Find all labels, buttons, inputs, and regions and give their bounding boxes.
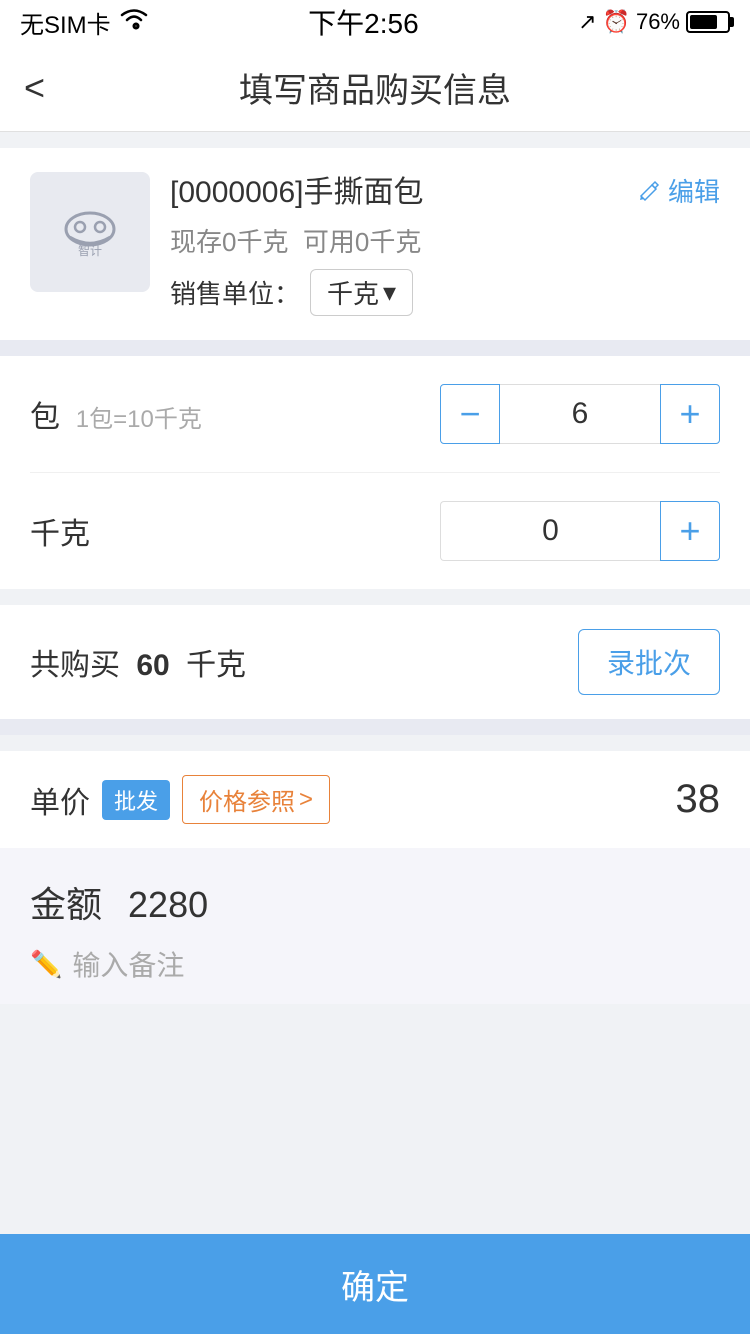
quantity-controls-bao: − + — [440, 384, 720, 444]
product-header: [0000006]手撕面包 编辑 — [170, 172, 720, 214]
wifi-icon — [119, 8, 149, 37]
price-reference-button[interactable]: 价格参照 > — [182, 775, 330, 824]
product-card: 智计 [0000006]手撕面包 编辑 现存0千克 可用0千克 — [0, 148, 750, 340]
price-value: 38 — [676, 777, 721, 822]
increase-kg-button[interactable]: + — [660, 501, 720, 561]
product-thumbnail: 智计 — [30, 172, 150, 292]
location-icon: ↗ — [578, 9, 596, 35]
total-text: 共购买 60 千克 — [30, 640, 246, 684]
battery-icon — [686, 11, 730, 33]
note-row[interactable]: ✏️ 输入备注 — [30, 944, 720, 984]
price-label: 单价 — [30, 778, 90, 822]
amount-section: 金额 2280 ✏️ 输入备注 — [0, 848, 750, 1004]
back-button[interactable]: < — [24, 67, 45, 109]
decrease-bao-button[interactable]: − — [440, 384, 500, 444]
svg-text:智计: 智计 — [78, 243, 102, 257]
price-tag: 批发 — [102, 780, 170, 820]
product-unit-row: 销售单位： 千克 ▾ — [170, 269, 720, 316]
quantity-label-kg: 千克 — [30, 509, 90, 553]
alarm-icon: ⏰ — [603, 9, 630, 35]
record-batch-button[interactable]: 录批次 — [578, 629, 720, 695]
increase-bao-button[interactable]: + — [660, 384, 720, 444]
quantity-kg-input[interactable] — [440, 501, 660, 561]
price-left: 单价 批发 价格参照 > — [30, 775, 330, 824]
price-section: 单价 批发 价格参照 > 38 — [0, 751, 750, 848]
note-placeholder: 输入备注 — [72, 944, 184, 984]
divider-2 — [0, 719, 750, 735]
amount-row: 金额 2280 — [30, 876, 720, 928]
product-info: [0000006]手撕面包 编辑 现存0千克 可用0千克 销售单位： 千克 — [170, 172, 720, 316]
quantity-label-bao: 包 1包=10千克 — [30, 392, 202, 436]
nav-bar: < 填写商品购买信息 — [0, 44, 750, 132]
status-bar: 无SIM卡 下午2:56 ↗ ⏰ 76% — [0, 0, 750, 44]
confirm-button[interactable]: 确定 — [0, 1234, 750, 1334]
total-section: 共购买 60 千克 录批次 — [0, 605, 750, 719]
quantity-section: 包 1包=10千克 − + 千克 + — [0, 356, 750, 589]
carrier-text: 无SIM卡 — [20, 5, 111, 40]
quantity-row-kg: 千克 + — [30, 473, 720, 589]
page-title: 填写商品购买信息 — [239, 63, 511, 112]
product-name: [0000006]手撕面包 — [170, 172, 423, 214]
chevron-right-icon: > — [299, 786, 313, 814]
status-left: 无SIM卡 — [20, 5, 149, 40]
edit-button[interactable]: 编辑 — [638, 172, 720, 209]
status-time: 下午2:56 — [308, 2, 419, 42]
chevron-down-icon: ▾ — [383, 277, 396, 308]
divider-1 — [0, 340, 750, 356]
quantity-row-bao: 包 1包=10千克 − + — [30, 356, 720, 473]
status-right: ↗ ⏰ 76% — [578, 9, 730, 35]
product-stock: 现存0千克 可用0千克 — [170, 222, 720, 259]
battery-percent: 76% — [636, 9, 680, 35]
quantity-hint-bao: 1包=10千克 — [76, 406, 202, 433]
pencil-icon: ✏️ — [30, 949, 62, 980]
quantity-bao-input[interactable] — [500, 384, 660, 444]
quantity-controls-kg: + — [440, 501, 720, 561]
unit-select[interactable]: 千克 ▾ — [310, 269, 413, 316]
